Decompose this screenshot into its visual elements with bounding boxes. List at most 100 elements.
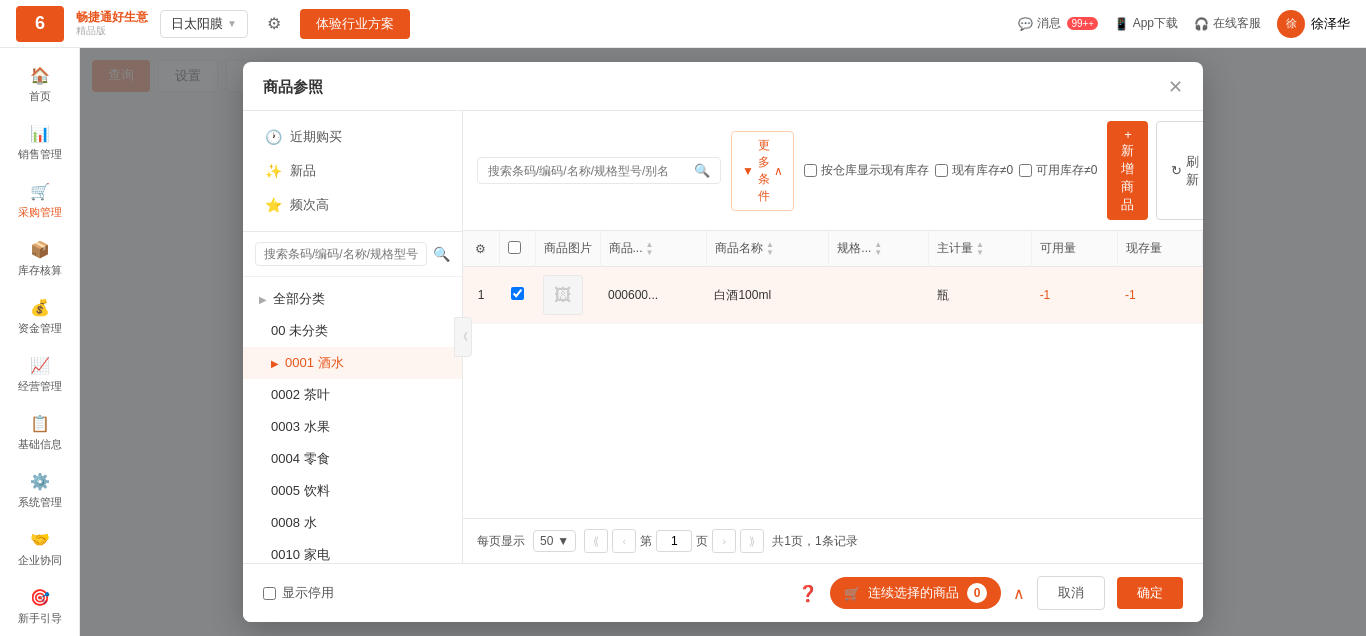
sidebar-item-purchase[interactable]: 🛒 采购管理 bbox=[0, 172, 79, 230]
help-icon[interactable]: ❓ bbox=[798, 584, 818, 603]
tree-arrow-icon: ▶ bbox=[259, 294, 267, 305]
modal-toolbar: 🔍 ▼ 更多条件 ∧ 按仓库显示现有库存 bbox=[463, 111, 1203, 231]
sidebar-item-finance[interactable]: 💰 资金管理 bbox=[0, 288, 79, 346]
tab-new-products[interactable]: ✨ 新品 bbox=[255, 155, 450, 187]
sidebar-item-system[interactable]: ⚙️ 系统管理 bbox=[0, 462, 79, 520]
checkbox-existing-stock[interactable]: 现有库存≠0 bbox=[935, 162, 1013, 179]
modal-footer: 显示停用 ❓ 🛒 连续选择的商品 0 ∧ 取消 确定 bbox=[243, 563, 1203, 622]
table-row[interactable]: 1 🖼 bbox=[463, 267, 1203, 324]
confirm-button[interactable]: 确定 bbox=[1117, 577, 1183, 609]
checkbox-available-stock-input[interactable] bbox=[1019, 164, 1032, 177]
operations-icon: 📈 bbox=[30, 356, 50, 375]
collapse-up-icon[interactable]: ∧ bbox=[1013, 584, 1025, 603]
refresh-button[interactable]: ↻ 刷新 bbox=[1156, 121, 1203, 220]
th-settings[interactable]: ⚙ bbox=[463, 231, 499, 267]
product-image: 🖼 bbox=[543, 275, 583, 315]
checkbox-by-warehouse-input[interactable] bbox=[804, 164, 817, 177]
tree-item-0001[interactable]: ▶ 0001 酒水 bbox=[243, 347, 462, 379]
select-all-checkbox[interactable] bbox=[508, 241, 521, 254]
cart-button[interactable]: 🛒 连续选择的商品 0 bbox=[830, 577, 1001, 609]
cancel-button[interactable]: 取消 bbox=[1037, 576, 1105, 610]
th-spec[interactable]: 规格... ▲▼ bbox=[829, 231, 929, 267]
sidebar-item-label: 首页 bbox=[29, 89, 51, 104]
prev-page-button[interactable]: ‹ bbox=[612, 529, 636, 553]
sidebar-item-label: 销售管理 bbox=[18, 147, 62, 162]
sidebar-item-enterprise[interactable]: 🤝 企业协同 bbox=[0, 520, 79, 578]
category-tree: ▶ 全部分类 00 未分类 ▶ 0001 酒水 0002 茶 bbox=[243, 277, 462, 563]
tab-high-frequency[interactable]: ⭐ 频次高 bbox=[255, 189, 450, 221]
th-unit[interactable]: 主计量 ▲▼ bbox=[929, 231, 1032, 267]
tree-item-00[interactable]: 00 未分类 bbox=[243, 315, 462, 347]
user-profile[interactable]: 徐 徐泽华 bbox=[1277, 10, 1350, 38]
purchase-icon: 🛒 bbox=[30, 182, 50, 201]
trial-button[interactable]: 体验行业方案 bbox=[300, 9, 410, 39]
search-icon[interactable]: 🔍 bbox=[694, 163, 710, 178]
category-search: 🔍 bbox=[243, 232, 462, 277]
company-selector[interactable]: 日太阳膜 ▼ bbox=[160, 10, 248, 38]
page-number-input[interactable] bbox=[656, 530, 692, 552]
show-disabled-checkbox[interactable]: 显示停用 bbox=[263, 584, 334, 602]
filter-more-button[interactable]: ▼ 更多条件 ∧ bbox=[731, 131, 794, 211]
tree-arrow-open-icon: ▶ bbox=[271, 358, 279, 369]
settings-icon[interactable]: ⚙ bbox=[260, 10, 288, 38]
sidebar-item-basic-info[interactable]: 📋 基础信息 bbox=[0, 404, 79, 462]
sort-arrows-icon: ▲▼ bbox=[646, 241, 654, 257]
tab-label: 频次高 bbox=[290, 196, 329, 214]
total-label: 共1页，1条记录 bbox=[772, 533, 857, 550]
tree-item-0003[interactable]: 0003 水果 bbox=[243, 411, 462, 443]
product-reference-modal: 商品参照 ✕ 🕐 近期购买 ✨ bbox=[243, 62, 1203, 622]
sidebar-item-inventory[interactable]: 📦 库存核算 bbox=[0, 230, 79, 288]
navbar-right: 💬 消息 99++ 📱 App下载 🎧 在线客服 徐 徐泽华 bbox=[1018, 10, 1350, 38]
th-checkbox bbox=[499, 231, 535, 267]
sort-arrows-icon: ▲▼ bbox=[874, 241, 882, 257]
sidebar-item-sales[interactable]: 📊 销售管理 bbox=[0, 114, 79, 172]
message-icon-group[interactable]: 💬 消息 99++ bbox=[1018, 15, 1097, 32]
td-available: -1 bbox=[1032, 267, 1117, 324]
checkbox-available-stock[interactable]: 可用库存≠0 bbox=[1019, 162, 1097, 179]
th-name[interactable]: 商品名称 ▲▼ bbox=[706, 231, 828, 267]
category-search-input[interactable] bbox=[255, 242, 427, 266]
category-search-icon[interactable]: 🔍 bbox=[433, 246, 450, 262]
sidebar-item-home[interactable]: 🏠 首页 bbox=[0, 56, 79, 114]
th-code[interactable]: 商品... ▲▼ bbox=[600, 231, 706, 267]
app-download-icon-group[interactable]: 📱 App下载 bbox=[1114, 15, 1178, 32]
refresh-icon: ↻ bbox=[1171, 163, 1182, 178]
show-disabled-label: 显示停用 bbox=[282, 584, 334, 602]
td-stock: -1 bbox=[1117, 267, 1202, 324]
tab-recent-purchase[interactable]: 🕐 近期购买 bbox=[255, 121, 450, 153]
tree-item-label: 0001 酒水 bbox=[285, 354, 344, 372]
first-page-button[interactable]: ⟪ bbox=[584, 529, 608, 553]
last-page-button[interactable]: ⟫ bbox=[740, 529, 764, 553]
image-icon: 🖼 bbox=[554, 285, 572, 306]
tab-label: 新品 bbox=[290, 162, 316, 180]
modal-left-tabs: 🕐 近期购买 ✨ 新品 ⭐ 频次高 bbox=[243, 111, 462, 232]
sort-arrows-icon: ▲▼ bbox=[976, 241, 984, 257]
chevron-down-icon: ▼ bbox=[557, 534, 569, 548]
sidebar-item-operations[interactable]: 📈 经营管理 bbox=[0, 346, 79, 404]
home-icon: 🏠 bbox=[30, 66, 50, 85]
product-table: ⚙ 商品图片 商品... ▲▼ bbox=[463, 231, 1203, 324]
finance-icon: 💰 bbox=[30, 298, 50, 317]
online-service-icon-group[interactable]: 🎧 在线客服 bbox=[1194, 15, 1261, 32]
page-size-select[interactable]: 50 ▼ bbox=[533, 530, 576, 552]
product-search-input[interactable] bbox=[488, 164, 688, 178]
tree-item-0002[interactable]: 0002 茶叶 bbox=[243, 379, 462, 411]
checkbox-by-warehouse[interactable]: 按仓库显示现有库存 bbox=[804, 162, 929, 179]
tree-item-all[interactable]: ▶ 全部分类 bbox=[243, 283, 462, 315]
page-size-label: 每页显示 bbox=[477, 533, 525, 550]
show-disabled-input[interactable] bbox=[263, 587, 276, 600]
tree-item-0008[interactable]: 0008 水 bbox=[243, 507, 462, 539]
main-content: 查询 设置 刷新 商品参照 ✕ bbox=[80, 48, 1366, 636]
tree-item-0004[interactable]: 0004 零食 bbox=[243, 443, 462, 475]
tree-item-0010[interactable]: 0010 家电 bbox=[243, 539, 462, 563]
next-page-button[interactable]: › bbox=[712, 529, 736, 553]
checkbox-existing-stock-input[interactable] bbox=[935, 164, 948, 177]
collapse-panel-button[interactable]: 《 bbox=[454, 317, 472, 357]
row-checkbox[interactable] bbox=[511, 287, 524, 300]
add-product-button[interactable]: + 新增商品 bbox=[1107, 121, 1148, 220]
modal-close-button[interactable]: ✕ bbox=[1168, 76, 1183, 98]
td-checkbox[interactable] bbox=[499, 267, 535, 324]
tree-item-0005[interactable]: 0005 饮料 bbox=[243, 475, 462, 507]
sidebar-item-guide[interactable]: 🎯 新手引导 bbox=[0, 578, 79, 636]
th-code-label: 商品... bbox=[609, 240, 643, 257]
